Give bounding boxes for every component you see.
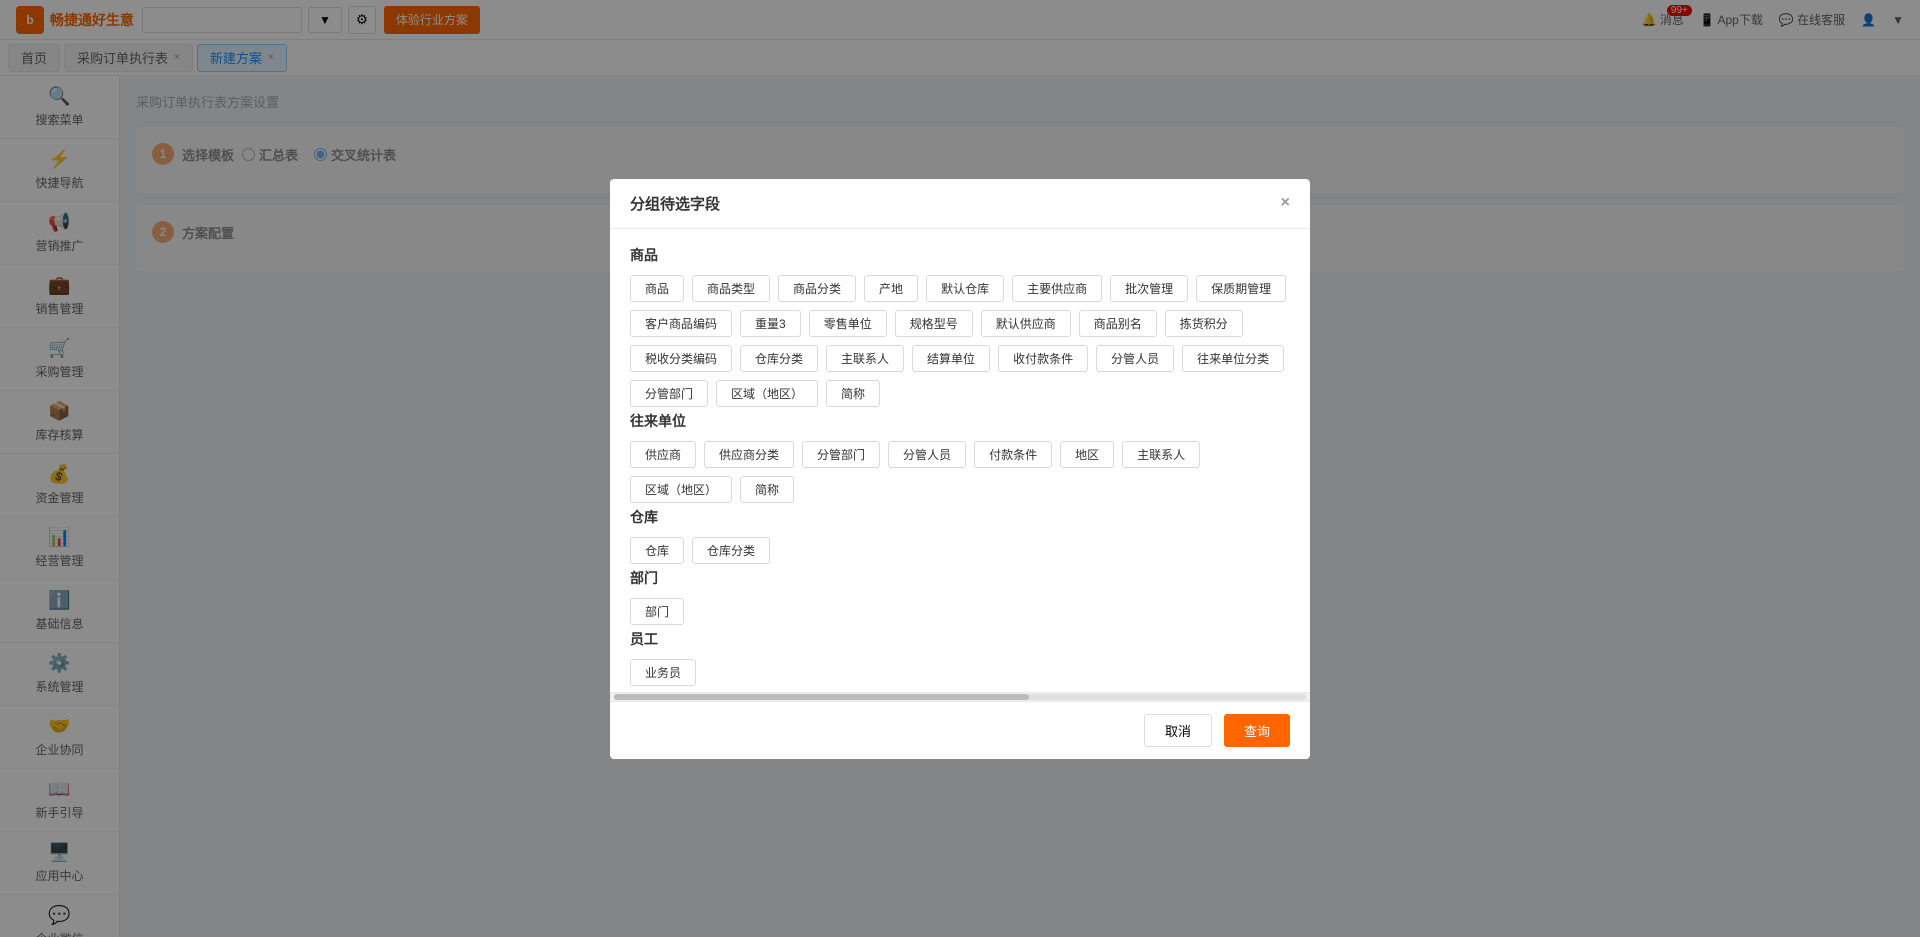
field-region[interactable]: 区域（地区） [716,380,818,407]
section-employee-fields: 业务员 [630,659,1290,686]
field-dept-partner[interactable]: 分管部门 [802,441,880,468]
section-goods-title: 商品 [630,245,1290,265]
field-supplier[interactable]: 供应商 [630,441,696,468]
hscroll-track [614,694,1306,700]
section-employee: 员工 业务员 [630,629,1290,686]
field-retail-unit[interactable]: 零售单位 [809,310,887,337]
section-partner-fields: 供应商 供应商分类 分管部门 分管人员 付款条件 地区 主联系人 区域（地区） … [630,441,1290,503]
modal-body: 商品 商品 商品类型 商品分类 产地 默认仓库 主要供应商 批次管理 保质期管理… [610,229,1310,693]
field-spec-model[interactable]: 规格型号 [895,310,973,337]
modal-overlay: 分组待选字段 × 商品 商品 商品类型 商品分类 产地 默认仓库 主要供应商 批… [0,0,1920,937]
modal-hscroll[interactable] [610,692,1310,700]
field-warehouse-category[interactable]: 仓库分类 [740,345,818,372]
field-short-name-partner[interactable]: 简称 [740,476,794,503]
field-goods-alias[interactable]: 商品别名 [1079,310,1157,337]
field-customer-code[interactable]: 客户商品编码 [630,310,732,337]
section-dept-fields: 部门 [630,598,1290,625]
field-main-contact-partner[interactable]: 主联系人 [1122,441,1200,468]
field-region-partner[interactable]: 区域（地区） [630,476,732,503]
field-area[interactable]: 地区 [1060,441,1114,468]
field-main-contact[interactable]: 主联系人 [826,345,904,372]
field-payment-terms[interactable]: 收付款条件 [998,345,1088,372]
field-supplier-category[interactable]: 供应商分类 [704,441,794,468]
field-supervisor-partner[interactable]: 分管人员 [888,441,966,468]
field-goods-type[interactable]: 商品类型 [692,275,770,302]
field-salesperson[interactable]: 业务员 [630,659,696,686]
section-warehouse-title: 仓库 [630,507,1290,527]
field-pick-points[interactable]: 拣货积分 [1165,310,1243,337]
section-warehouse: 仓库 仓库 仓库分类 [630,507,1290,564]
field-batch-mgmt[interactable]: 批次管理 [1110,275,1188,302]
field-payment-cond[interactable]: 付款条件 [974,441,1052,468]
field-settlement-unit[interactable]: 结算单位 [912,345,990,372]
section-warehouse-fields: 仓库 仓库分类 [630,537,1290,564]
field-goods-category[interactable]: 商品分类 [778,275,856,302]
field-main-supplier[interactable]: 主要供应商 [1012,275,1102,302]
modal-footer: 取消 查询 [610,701,1310,759]
field-default-supplier[interactable]: 默认供应商 [981,310,1071,337]
section-goods-fields: 商品 商品类型 商品分类 产地 默认仓库 主要供应商 批次管理 保质期管理 客户… [630,275,1290,407]
field-partner-category[interactable]: 往来单位分类 [1182,345,1284,372]
hscroll-thumb [614,694,1029,700]
field-short-name[interactable]: 简称 [826,380,880,407]
field-warehouse-cat[interactable]: 仓库分类 [692,537,770,564]
field-default-warehouse[interactable]: 默认仓库 [926,275,1004,302]
field-warehouse[interactable]: 仓库 [630,537,684,564]
field-goods[interactable]: 商品 [630,275,684,302]
section-goods: 商品 商品 商品类型 商品分类 产地 默认仓库 主要供应商 批次管理 保质期管理… [630,245,1290,407]
field-shelf-life[interactable]: 保质期管理 [1196,275,1286,302]
section-partner-title: 往来单位 [630,411,1290,431]
section-employee-title: 员工 [630,629,1290,649]
section-partner: 往来单位 供应商 供应商分类 分管部门 分管人员 付款条件 地区 主联系人 区域… [630,411,1290,503]
section-dept: 部门 部门 [630,568,1290,625]
modal-title: 分组待选字段 [630,193,720,214]
field-tax-code[interactable]: 税收分类编码 [630,345,732,372]
field-supervisor[interactable]: 分管人员 [1096,345,1174,372]
modal-cancel-btn[interactable]: 取消 [1144,714,1212,747]
field-department[interactable]: 部门 [630,598,684,625]
section-dept-title: 部门 [630,568,1290,588]
modal-header: 分组待选字段 × [610,179,1310,229]
field-origin[interactable]: 产地 [864,275,918,302]
field-dept-mgmt[interactable]: 分管部门 [630,380,708,407]
field-select-modal: 分组待选字段 × 商品 商品 商品类型 商品分类 产地 默认仓库 主要供应商 批… [610,179,1310,759]
field-weight3[interactable]: 重量3 [740,310,801,337]
modal-confirm-btn[interactable]: 查询 [1224,714,1290,747]
modal-close-btn[interactable]: × [1281,194,1290,212]
